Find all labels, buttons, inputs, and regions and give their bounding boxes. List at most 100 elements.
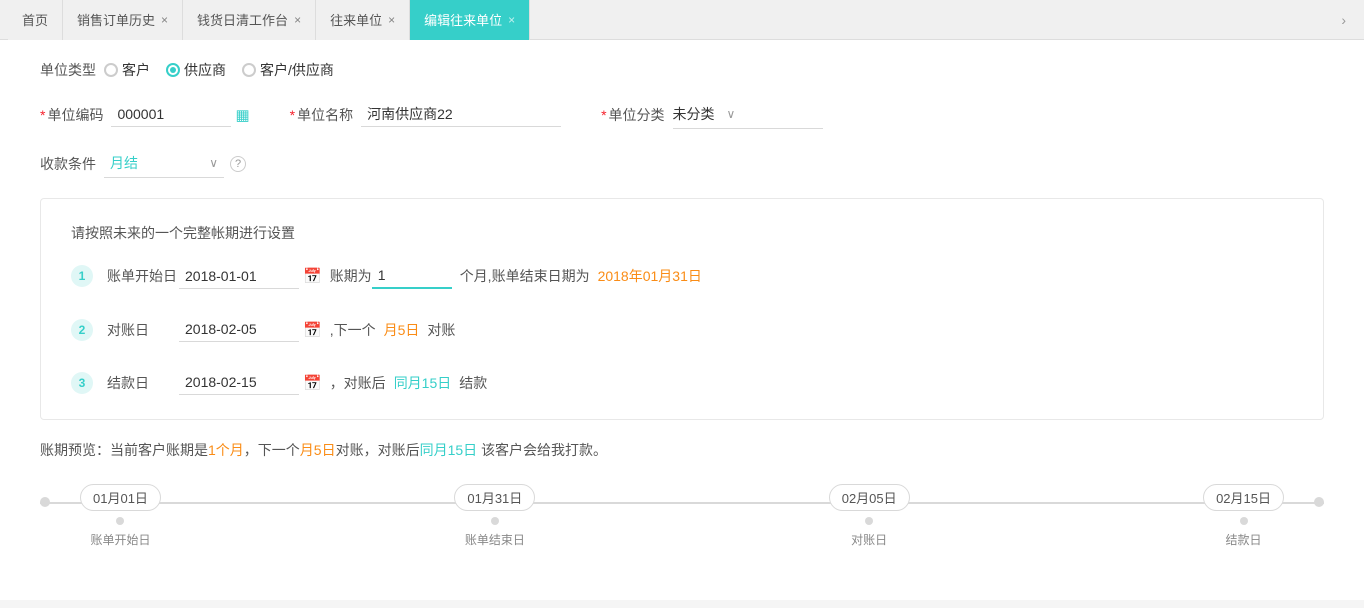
tab-cash-ledger-close[interactable]: × (294, 13, 301, 27)
unit-type-item: 单位类型 客户 供应商 客户/供应商 (40, 60, 334, 80)
timeline-label-2: 账单结束日 (465, 531, 525, 548)
payment-terms-item: 收款条件 月结 ∨ ? (40, 149, 246, 178)
unit-code-icon[interactable]: ▦ (235, 106, 249, 124)
tab-bar: 首页 销售订单历史 × 钱货日清工作台 × 往来单位 × 编辑往来单位 × › (0, 0, 1364, 40)
payment-terms-select[interactable]: 月结 ∨ (104, 149, 224, 178)
preview-highlight3: 同月15日 (420, 442, 478, 458)
tab-home[interactable]: 首页 (8, 0, 63, 40)
unit-type-label: 单位类型 (40, 60, 96, 80)
step-3-calendar-icon[interactable]: 📅 (303, 374, 322, 392)
preview-prefix: 账期预览：当前客户账期是 (40, 442, 208, 458)
radio-customer-label: 客户 (122, 60, 150, 80)
unit-name-required: * (290, 107, 295, 123)
timeline-badge-4: 02月15日 (1203, 484, 1284, 511)
step-2-desc-highlight: 月5日 (384, 320, 420, 340)
step-1-desc-after: 个月,账单结束日期为 (460, 266, 590, 286)
preview-middle2: 对账，对账后 (336, 442, 420, 458)
unit-category-required: * (601, 107, 606, 123)
timeline-dot-4 (1240, 517, 1248, 525)
radio-supplier-circle (166, 63, 180, 77)
timeline-start-dot (40, 497, 50, 507)
unit-code-input[interactable] (111, 102, 231, 127)
timeline-point-3: 02月05日 对账日 (829, 484, 910, 548)
billing-settings-card: 请按照未来的一个完整帐期进行设置 1 账单开始日 📅 账期为 个月,账单结束日期… (40, 198, 1324, 420)
tab-cash-ledger-label: 钱货日清工作台 (197, 10, 288, 29)
preview-suffix: 该客户会给我打款。 (481, 442, 607, 458)
unit-code-item: * 单位编码 ▦ (40, 102, 250, 127)
period-input[interactable] (372, 263, 452, 289)
tab-partner-units-label: 往来单位 (330, 10, 382, 29)
tab-sales-history[interactable]: 销售订单历史 × (63, 0, 183, 40)
preview-highlight1: 1个月 (208, 442, 244, 458)
payment-terms-help-icon[interactable]: ? (230, 156, 246, 172)
payment-terms-chevron-icon: ∨ (209, 156, 218, 170)
preview-highlight2: 月5日 (300, 442, 336, 458)
preview-middle1: ，下一个 (244, 442, 300, 458)
tab-partner-units-close[interactable]: × (388, 13, 395, 27)
step-3-desc-highlight: 同月15日 (394, 373, 452, 393)
unit-name-item: * 单位名称 (290, 102, 561, 127)
card-title: 请按照未来的一个完整帐期进行设置 (71, 223, 1293, 243)
step-2-date-input[interactable] (179, 317, 299, 342)
timeline-badge-2: 01月31日 (454, 484, 535, 511)
step-3-row: 3 结款日 📅 ，对账后 同月15日 结款 (71, 370, 1293, 395)
unit-category-select[interactable]: 未分类 ∨ (673, 100, 823, 129)
step-1-calendar-icon[interactable]: 📅 (303, 267, 322, 285)
timeline-label-4: 结款日 (1226, 531, 1262, 548)
payment-terms-value: 月结 (110, 153, 203, 173)
timeline-label-1: 账单开始日 (90, 531, 150, 548)
tab-edit-partner[interactable]: 编辑往来单位 × (410, 0, 530, 40)
timeline-badge-3: 02月05日 (829, 484, 910, 511)
tab-edit-partner-close[interactable]: × (508, 13, 515, 27)
radio-supplier-label: 供应商 (184, 60, 226, 80)
tab-more-button[interactable]: › (1331, 12, 1356, 28)
tab-cash-ledger[interactable]: 钱货日清工作台 × (183, 0, 316, 40)
step-1-date-input[interactable] (179, 264, 299, 289)
tab-edit-partner-label: 编辑往来单位 (424, 10, 502, 29)
step-1-row: 1 账单开始日 📅 账期为 个月,账单结束日期为 2018年01月31日 (71, 263, 1293, 289)
timeline-end-dot (1314, 497, 1324, 507)
step-2-row: 2 对账日 📅 ,下一个 月5日 对账 (71, 317, 1293, 342)
unit-category-value: 未分类 (673, 104, 715, 124)
step-2-desc-prefix: ,下一个 (330, 320, 376, 340)
payment-terms-row: 收款条件 月结 ∨ ? (40, 149, 1324, 178)
step-2-desc-suffix: 对账 (427, 320, 455, 340)
unit-name-label: 单位名称 (297, 105, 353, 125)
radio-customer-circle (104, 63, 118, 77)
radio-both[interactable]: 客户/供应商 (242, 60, 334, 80)
unit-code-required: * (40, 107, 45, 123)
timeline-dot-3 (865, 517, 873, 525)
radio-customer[interactable]: 客户 (104, 60, 150, 80)
radio-both-label: 客户/供应商 (260, 60, 334, 80)
main-content: 单位类型 客户 供应商 客户/供应商 (0, 40, 1364, 600)
tab-sales-history-close[interactable]: × (161, 13, 168, 27)
step-2-calendar-icon[interactable]: 📅 (303, 321, 322, 339)
unit-category-label: 单位分类 (609, 105, 665, 125)
step-2-label: 对账日 (107, 320, 167, 340)
unit-code-label: 单位编码 (47, 105, 103, 125)
radio-supplier[interactable]: 供应商 (166, 60, 226, 80)
unit-info-row: * 单位编码 ▦ * 单位名称 * 单位分类 未分类 ∨ (40, 100, 1324, 129)
step-3-date-input[interactable] (179, 370, 299, 395)
timeline-points: 01月01日 账单开始日 01月31日 账单结束日 02月05日 对账日 02月… (60, 484, 1304, 548)
tab-partner-units[interactable]: 往来单位 × (316, 0, 410, 40)
step-3-desc-prefix: ，对账后 (330, 373, 386, 393)
unit-type-row: 单位类型 客户 供应商 客户/供应商 (40, 60, 1324, 80)
tab-home-label: 首页 (22, 10, 48, 29)
radio-group: 客户 供应商 客户/供应商 (104, 60, 334, 80)
timeline-point-4: 02月15日 结款日 (1203, 484, 1284, 548)
step-3-desc-suffix: 结款 (459, 373, 487, 393)
timeline-dot-1 (116, 517, 124, 525)
step-1-desc-before: 账期为 (330, 266, 372, 286)
radio-both-circle (242, 63, 256, 77)
timeline-badge-1: 01月01日 (80, 484, 161, 511)
timeline-container: 01月01日 账单开始日 01月31日 账单结束日 02月05日 对账日 02月… (40, 484, 1324, 548)
timeline-point-1: 01月01日 账单开始日 (80, 484, 161, 548)
timeline-dot-2 (491, 517, 499, 525)
step-2-number: 2 (71, 319, 93, 341)
chevron-down-icon: ∨ (727, 107, 736, 121)
preview-text: 账期预览：当前客户账期是1个月，下一个月5日对账，对账后同月15日 该客户会给我… (40, 440, 1324, 460)
unit-name-input[interactable] (361, 102, 561, 127)
step-3-number: 3 (71, 372, 93, 394)
timeline-point-2: 01月31日 账单结束日 (454, 484, 535, 548)
